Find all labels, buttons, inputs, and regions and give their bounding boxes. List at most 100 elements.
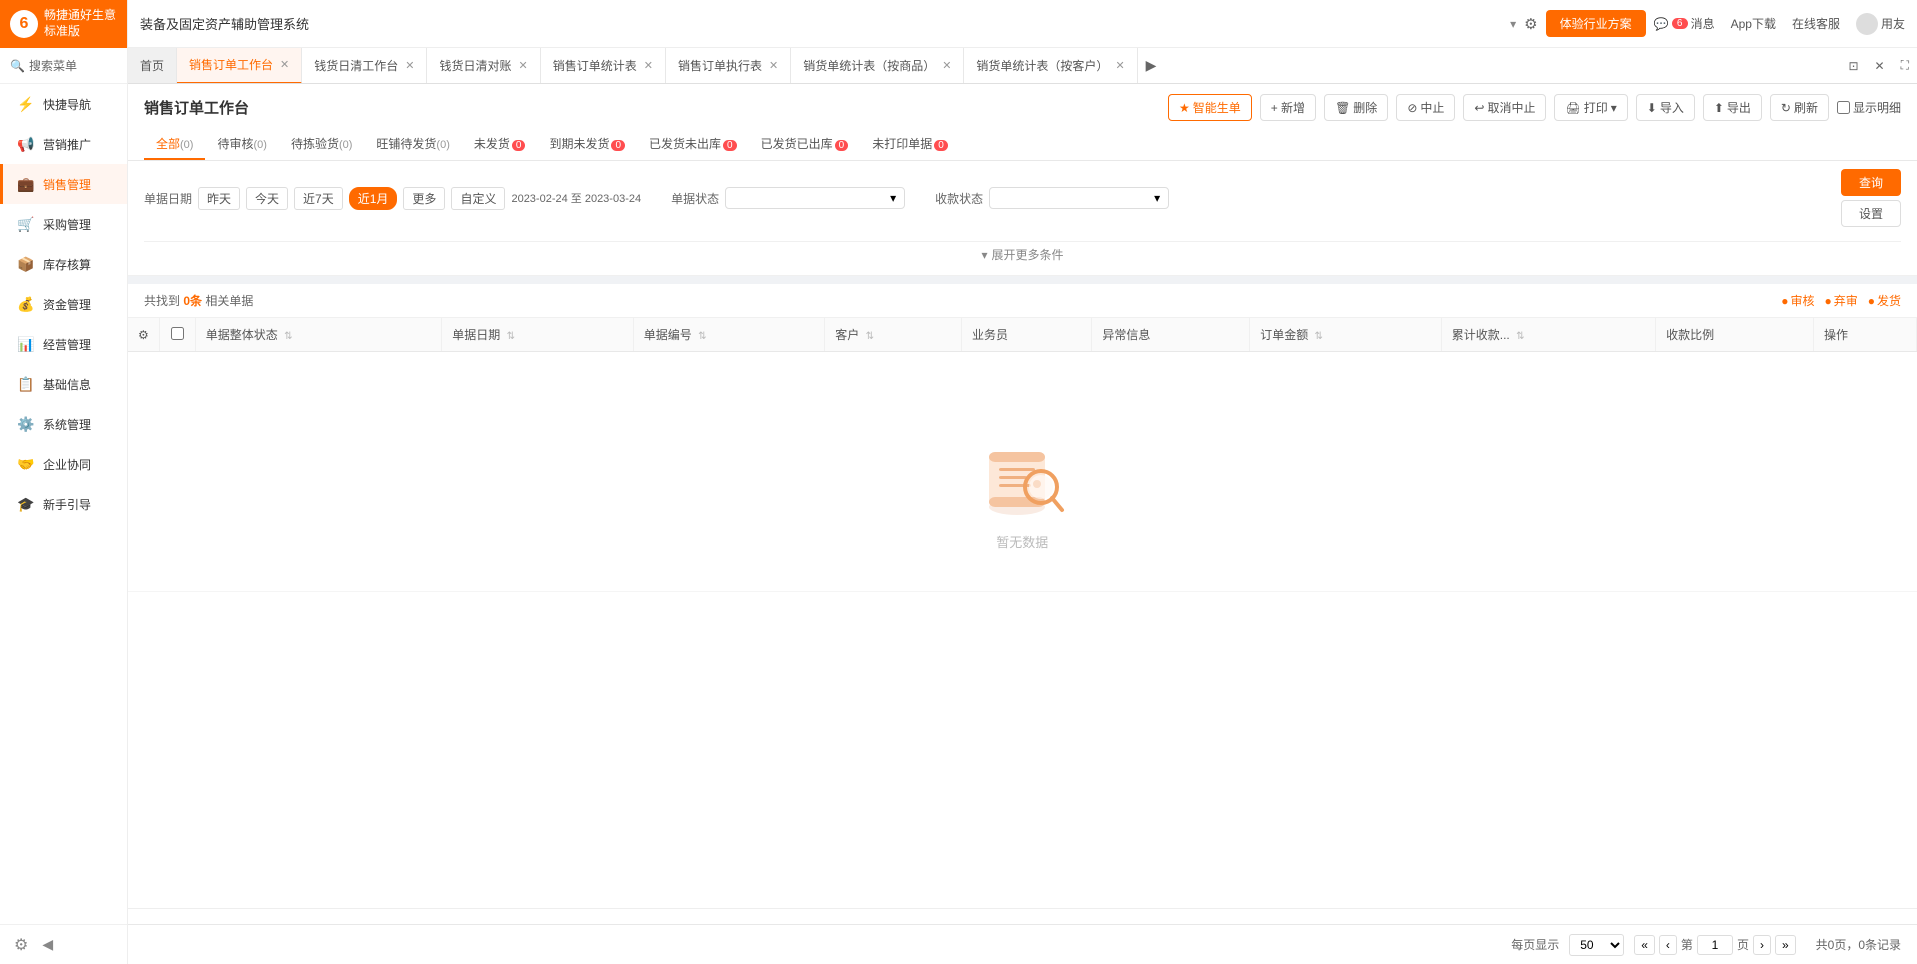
horizontal-scrollbar[interactable] [128,908,1917,924]
sidebar-nav-operations[interactable]: 📊 经营管理 [0,324,127,364]
table-area: 共找到 0条 相关单据 ● 审核 ● 弃审 ● 发货 [128,284,1917,908]
topbar-dropdown-icon[interactable]: ▾ [1510,17,1516,31]
subtab-shipped-in[interactable]: 已发货已出库0 [749,129,861,160]
show-detail-label[interactable]: 显示明细 [1837,99,1901,116]
smart-btn[interactable]: ★ 智能生单 [1168,94,1252,121]
tab-sales-stat-customer[interactable]: 销货单统计表（按客户） ✕ [964,48,1137,84]
collapse-icon[interactable]: ◀ [42,936,53,953]
message-action[interactable]: 💬 6 消息 [1654,15,1715,32]
sidebar: 6 畅捷通好生意 标准版 🔍 搜索菜单 ⚡ 快捷导航 📢 营销推广 💼 销售管理… [0,0,128,964]
sort-status-icon[interactable]: ⇅ [284,331,292,342]
trial-btn[interactable]: 体验行业方案 [1546,10,1646,37]
expand-more-btn[interactable]: ▾ 展开更多条件 [144,241,1901,267]
last-page-btn[interactable]: » [1775,935,1796,955]
subtab-not-printed[interactable]: 未打印单据0 [860,129,960,160]
refresh-icon: ↻ [1781,101,1791,115]
settings-icon[interactable]: ⚙ [14,935,28,955]
tab-close-sales-exec[interactable]: ✕ [769,59,778,72]
logo-icon: 6 [10,10,38,38]
app-download[interactable]: App下载 [1731,15,1776,32]
tab-close-all[interactable]: ✕ [1867,59,1893,73]
first-page-btn[interactable]: « [1634,935,1655,955]
empty-illustration [967,432,1077,532]
subtab-wangpu-ship[interactable]: 旺铺待发货(0) [364,129,461,160]
basic-icon: 📋 [17,376,35,393]
tab-close-money-daily[interactable]: ✕ [405,59,414,72]
unapprove-action[interactable]: ● 弃审 [1824,292,1857,309]
subtab-not-shipped[interactable]: 未发货0 [462,129,538,160]
collection-select[interactable]: ▾ [989,187,1169,209]
date-7d-btn[interactable]: 近7天 [294,187,343,210]
tab-close-sales-stat[interactable]: ✕ [644,59,653,72]
tab-close-sales-order[interactable]: ✕ [280,58,289,71]
page-number-input[interactable] [1697,935,1733,955]
tab-expand[interactable]: ⛶ [1893,58,1917,73]
th-gear[interactable]: ⚙ [128,318,159,352]
suspend-icon: ⊘ [1407,101,1417,115]
tab-money-reconcile[interactable]: 钱货日清对账 ✕ [427,48,540,84]
show-detail-checkbox[interactable] [1837,101,1850,114]
select-all-checkbox[interactable] [171,327,184,340]
subtab-shipped-not-in[interactable]: 已发货未出库0 [637,129,749,160]
refresh-btn[interactable]: ↻ 刷新 [1770,94,1829,121]
user-avatar[interactable]: 用友 [1856,13,1905,35]
sidebar-nav-finance[interactable]: 💰 资金管理 [0,284,127,324]
query-btn[interactable]: 查询 [1841,169,1901,196]
sidebar-nav-inventory[interactable]: 📦 库存核算 [0,244,127,284]
date-custom-btn[interactable]: 自定义 [451,187,505,210]
subtab-pending-check[interactable]: 待拣验货(0) [279,129,364,160]
page-suffix: 页 [1737,936,1749,953]
delete-btn[interactable]: 🗑 删除 [1324,94,1388,121]
cancel-suspend-btn[interactable]: ↩ 取消中止 [1463,94,1546,121]
tab-home[interactable]: 首页 [128,48,177,84]
tab-sales-stat[interactable]: 销售订单统计表 ✕ [541,48,666,84]
tab-sales-order-workbench[interactable]: 销售订单工作台 ✕ [177,48,302,84]
th-checkbox[interactable] [159,318,195,352]
sort-amount-icon[interactable]: ⇅ [1315,331,1323,342]
page-size-select[interactable]: 50 100 200 [1569,934,1624,956]
date-1m-btn[interactable]: 近1月 [349,187,398,210]
expand-more-icon: ▾ [981,248,987,262]
tab-more-btn[interactable]: ▶ [1138,57,1165,74]
prev-page-btn[interactable]: ‹ [1659,935,1677,955]
subtab-all[interactable]: 全部(0) [144,129,205,160]
export-btn[interactable]: ⬆ 导出 [1703,94,1762,121]
tab-close-stat-customer[interactable]: ✕ [1115,59,1124,72]
approve-action[interactable]: ● 审核 [1781,292,1814,309]
status-select[interactable]: ▾ [725,187,905,209]
tab-new-window[interactable]: ⊡ [1840,59,1866,73]
sort-customer-icon[interactable]: ⇅ [866,331,874,342]
suspend-btn[interactable]: ⊘ 中止 [1396,94,1455,121]
date-today-btn[interactable]: 今天 [246,187,288,210]
sidebar-nav-guide[interactable]: 🎓 新手引导 [0,484,127,524]
date-more-btn[interactable]: 更多 [403,187,445,210]
topbar-gear-icon[interactable]: ⚙ [1524,15,1537,33]
tab-close-money-reconcile[interactable]: ✕ [519,59,528,72]
tab-sales-exec[interactable]: 销售订单执行表 ✕ [666,48,791,84]
new-btn[interactable]: + 新增 [1260,94,1316,121]
sidebar-search-item[interactable]: 🔍 搜索菜单 [0,48,127,84]
print-btn[interactable]: 🖨 打印 ▾ [1554,94,1627,121]
tab-money-daily[interactable]: 钱货日清工作台 ✕ [302,48,427,84]
sidebar-nav-enterprise[interactable]: 🤝 企业协同 [0,444,127,484]
setting-btn[interactable]: 设置 [1841,200,1901,227]
sort-number-icon[interactable]: ⇅ [698,331,706,342]
sidebar-nav-system[interactable]: ⚙️ 系统管理 [0,404,127,444]
ship-action[interactable]: ● 发货 [1868,292,1901,309]
sidebar-nav-sales[interactable]: 💼 销售管理 [0,164,127,204]
tab-sales-stat-product[interactable]: 销货单统计表（按商品） ✕ [791,48,964,84]
tab-close-stat-product[interactable]: ✕ [942,59,951,72]
sidebar-nav-marketing[interactable]: 📢 营销推广 [0,124,127,164]
subtab-pending[interactable]: 待审核(0) [205,129,278,160]
next-page-btn[interactable]: › [1753,935,1771,955]
sort-collected-icon[interactable]: ⇅ [1516,331,1524,342]
online-service[interactable]: 在线客服 [1792,15,1840,32]
pagination: « ‹ 第 页 › » [1634,935,1795,955]
date-yest-btn[interactable]: 昨天 [198,187,240,210]
sidebar-nav-quick[interactable]: ⚡ 快捷导航 [0,84,127,124]
sidebar-nav-basic[interactable]: 📋 基础信息 [0,364,127,404]
import-btn[interactable]: ⬇ 导入 [1636,94,1695,121]
subtab-overdue-ship[interactable]: 到期未发货0 [537,129,637,160]
sidebar-nav-purchase[interactable]: 🛒 采购管理 [0,204,127,244]
sort-date-icon[interactable]: ⇅ [507,331,515,342]
